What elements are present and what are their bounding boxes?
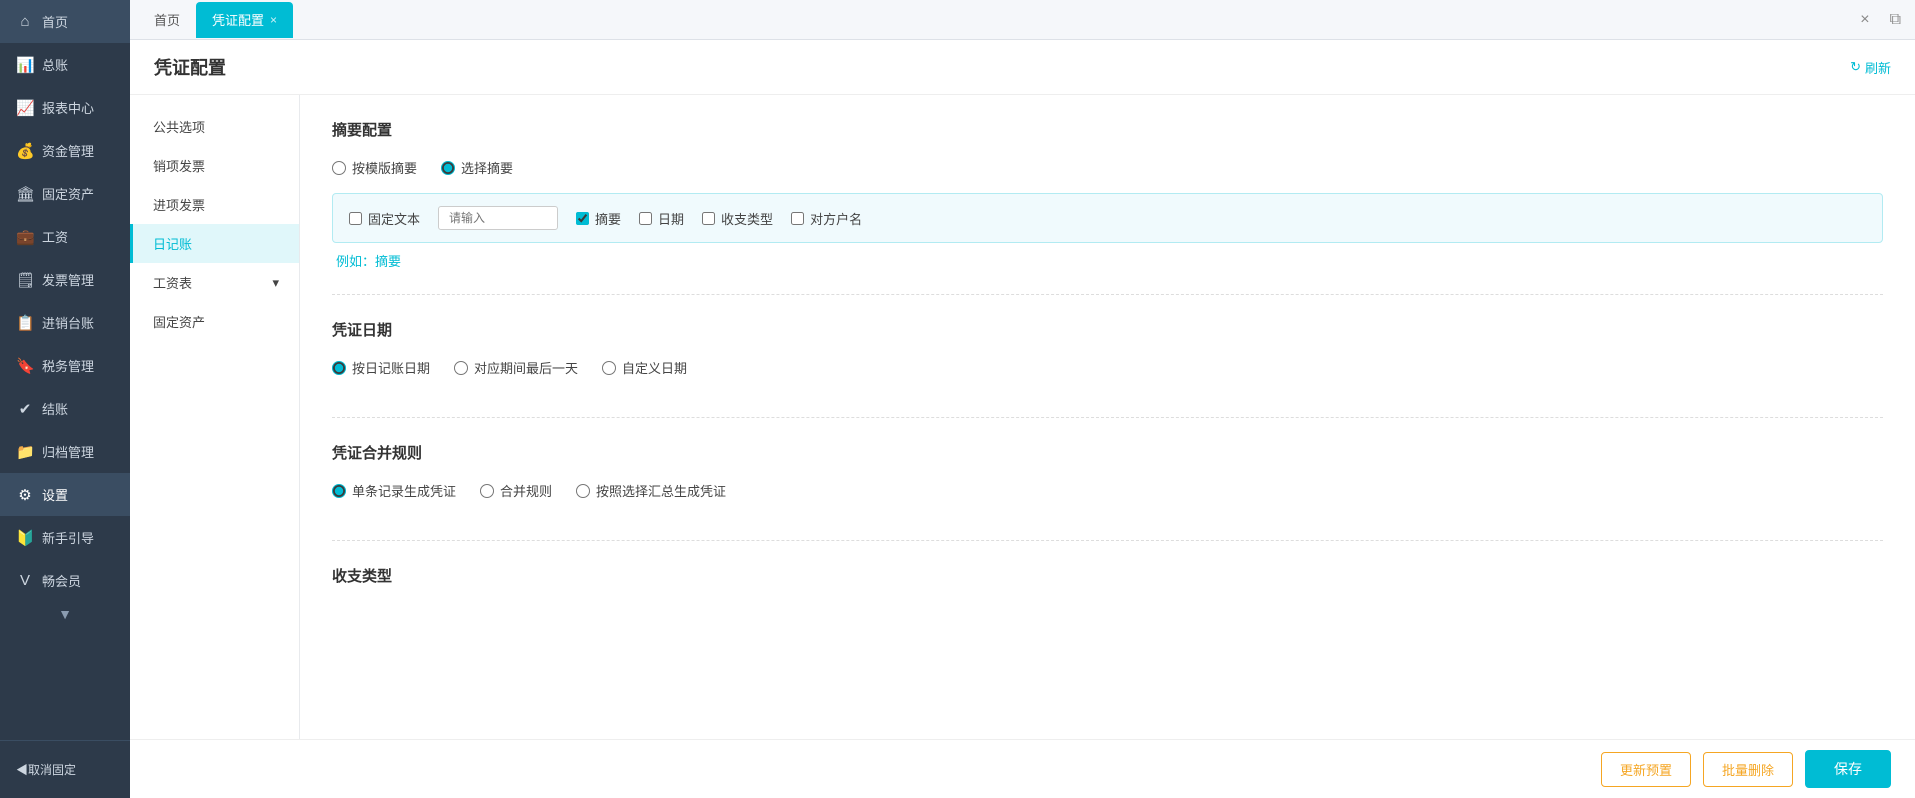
tab-home[interactable]: 首页 (138, 2, 196, 38)
left-nav: 公共选项 销项发票 进项发票 日记账 工资表 ▾ 固定资产 (130, 95, 300, 739)
sidebar-item-tax[interactable]: 🔖 税务管理 (0, 344, 130, 387)
voucher-date-title: 凭证日期 (332, 319, 1883, 340)
merge-rules-radio-group: 单条记录生成凭证 合并规则 按照选择汇总生成凭证 (332, 481, 1883, 500)
save-button[interactable]: 保存 (1805, 750, 1891, 788)
assets-icon: 🏛 (16, 185, 34, 203)
tab-bar: 首页 凭证配置 × × ⧉ (130, 0, 1915, 40)
sidebar-item-guide[interactable]: 🔰 新手引导 (0, 516, 130, 559)
preview-text: 例如：摘要 (336, 251, 1883, 270)
right-content: 摘要配置 按模版摘要 选择摘要 固定文本 (300, 95, 1915, 739)
page-header: 凭证配置 ↻ 刷新 (130, 40, 1915, 95)
sidebar: ⌂ 首页 📊 总账 📈 报表中心 💰 资金管理 🏛 固定资产 💼 工资 🗒 发票… (0, 0, 130, 798)
voucher-date-section: 凭证日期 按日记账日期 对应期间最后一天 自定义日期 (332, 319, 1883, 418)
checkbox-pay-type[interactable]: 收支类型 (702, 209, 773, 228)
checkbox-date[interactable]: 日期 (639, 209, 684, 228)
sidebar-item-reports[interactable]: 📈 报表中心 (0, 86, 130, 129)
batch-delete-button[interactable]: 批量删除 (1703, 752, 1793, 787)
sidebar-item-settings[interactable]: ⚙ 设置 (0, 473, 130, 516)
nav-item-fixed-assets[interactable]: 固定资产 (130, 302, 299, 341)
sidebar-item-vip[interactable]: V 畅会员 (0, 559, 130, 602)
archive-icon: 📁 (16, 443, 34, 461)
summary-config-section: 摘要配置 按模版摘要 选择摘要 固定文本 (332, 119, 1883, 295)
radio-period-last[interactable]: 对应期间最后一天 (454, 358, 578, 377)
funds-icon: 💰 (16, 142, 34, 160)
sidebar-item-funds[interactable]: 💰 资金管理 (0, 129, 130, 172)
nav-item-public[interactable]: 公共选项 (130, 107, 299, 146)
checkbox-fixed-text[interactable]: 固定文本 (349, 209, 420, 228)
sidebar-scroll-down[interactable]: ▼ (0, 602, 130, 626)
radio-merge-rule[interactable]: 合并规则 (480, 481, 552, 500)
radio-template-summary[interactable]: 按模版摘要 (332, 158, 417, 177)
radio-select-summary[interactable]: 选择摘要 (441, 158, 513, 177)
refresh-button[interactable]: ↻ 刷新 (1850, 58, 1891, 77)
main-area: 首页 凭证配置 × × ⧉ 凭证配置 ↻ 刷新 公共选项 销项发票 进 (130, 0, 1915, 798)
close-window-button[interactable]: × (1854, 9, 1875, 31)
summary-checkbox-row: 固定文本 摘要 日期 收支类型 (332, 193, 1883, 243)
sidebar-item-assets[interactable]: 🏛 固定资产 (0, 172, 130, 215)
nav-item-sales[interactable]: 销项发票 (130, 146, 299, 185)
tab-voucher-config[interactable]: 凭证配置 × (196, 2, 293, 38)
bottom-bar: 更新预置 批量删除 保存 (130, 739, 1915, 798)
fixed-text-input[interactable] (438, 206, 558, 230)
nav-item-journal[interactable]: 日记账 (130, 224, 299, 263)
sidebar-item-salary[interactable]: 💼 工资 (0, 215, 130, 258)
restore-window-button[interactable]: ⧉ (1884, 9, 1907, 31)
radio-journal-date[interactable]: 按日记账日期 (332, 358, 430, 377)
ledger-icon: 📊 (16, 56, 34, 74)
settings-icon: ⚙ (16, 486, 34, 504)
tax-icon: 🔖 (16, 357, 34, 375)
invoice-icon: 🗒 (16, 271, 34, 289)
radio-single-record[interactable]: 单条记录生成凭证 (332, 481, 456, 500)
radio-select-merge[interactable]: 按照选择汇总生成凭证 (576, 481, 726, 500)
summary-radio-group: 按模版摘要 选择摘要 (332, 158, 1883, 177)
nav-item-purchase[interactable]: 进项发票 (130, 185, 299, 224)
unpin-sidebar-button[interactable]: ◀取消固定 (0, 749, 130, 790)
radio-custom-date[interactable]: 自定义日期 (602, 358, 687, 377)
payment-type-title: 收支类型 (332, 565, 1883, 586)
sidebar-item-invoice[interactable]: 🗒 发票管理 (0, 258, 130, 301)
checkout-icon: ✔ (16, 400, 34, 418)
sidebar-item-checkout[interactable]: ✔ 结账 (0, 387, 130, 430)
update-preview-button[interactable]: 更新预置 (1601, 752, 1691, 787)
salary-icon: 💼 (16, 228, 34, 246)
sidebar-item-reconcile[interactable]: 📋 进销台账 (0, 301, 130, 344)
sidebar-item-archive[interactable]: 📁 归档管理 (0, 430, 130, 473)
page-title: 凭证配置 (154, 54, 226, 80)
reports-icon: 📈 (16, 99, 34, 117)
tab-close-icon[interactable]: × (270, 13, 277, 27)
nav-item-payroll[interactable]: 工资表 ▾ (130, 263, 299, 302)
content-layout: 公共选项 销项发票 进项发票 日记账 工资表 ▾ 固定资产 摘要配置 (130, 95, 1915, 739)
sidebar-item-home[interactable]: ⌂ 首页 (0, 0, 130, 43)
merge-rules-title: 凭证合并规则 (332, 442, 1883, 463)
merge-rules-section: 凭证合并规则 单条记录生成凭证 合并规则 按照选择汇总生成凭证 (332, 442, 1883, 541)
summary-config-title: 摘要配置 (332, 119, 1883, 140)
voucher-date-radio-group: 按日记账日期 对应期间最后一天 自定义日期 (332, 358, 1883, 377)
checkbox-counterpart[interactable]: 对方户名 (791, 209, 862, 228)
checkbox-summary[interactable]: 摘要 (576, 209, 621, 228)
guide-icon: 🔰 (16, 529, 34, 547)
sidebar-item-ledger[interactable]: 📊 总账 (0, 43, 130, 86)
payment-type-section: 收支类型 (332, 565, 1883, 628)
home-icon: ⌂ (16, 13, 34, 30)
chevron-down-icon: ▾ (272, 275, 279, 291)
tab-actions: × ⧉ (1854, 9, 1907, 31)
refresh-icon: ↻ (1850, 59, 1861, 75)
vip-icon: V (16, 572, 34, 589)
reconcile-icon: 📋 (16, 314, 34, 332)
